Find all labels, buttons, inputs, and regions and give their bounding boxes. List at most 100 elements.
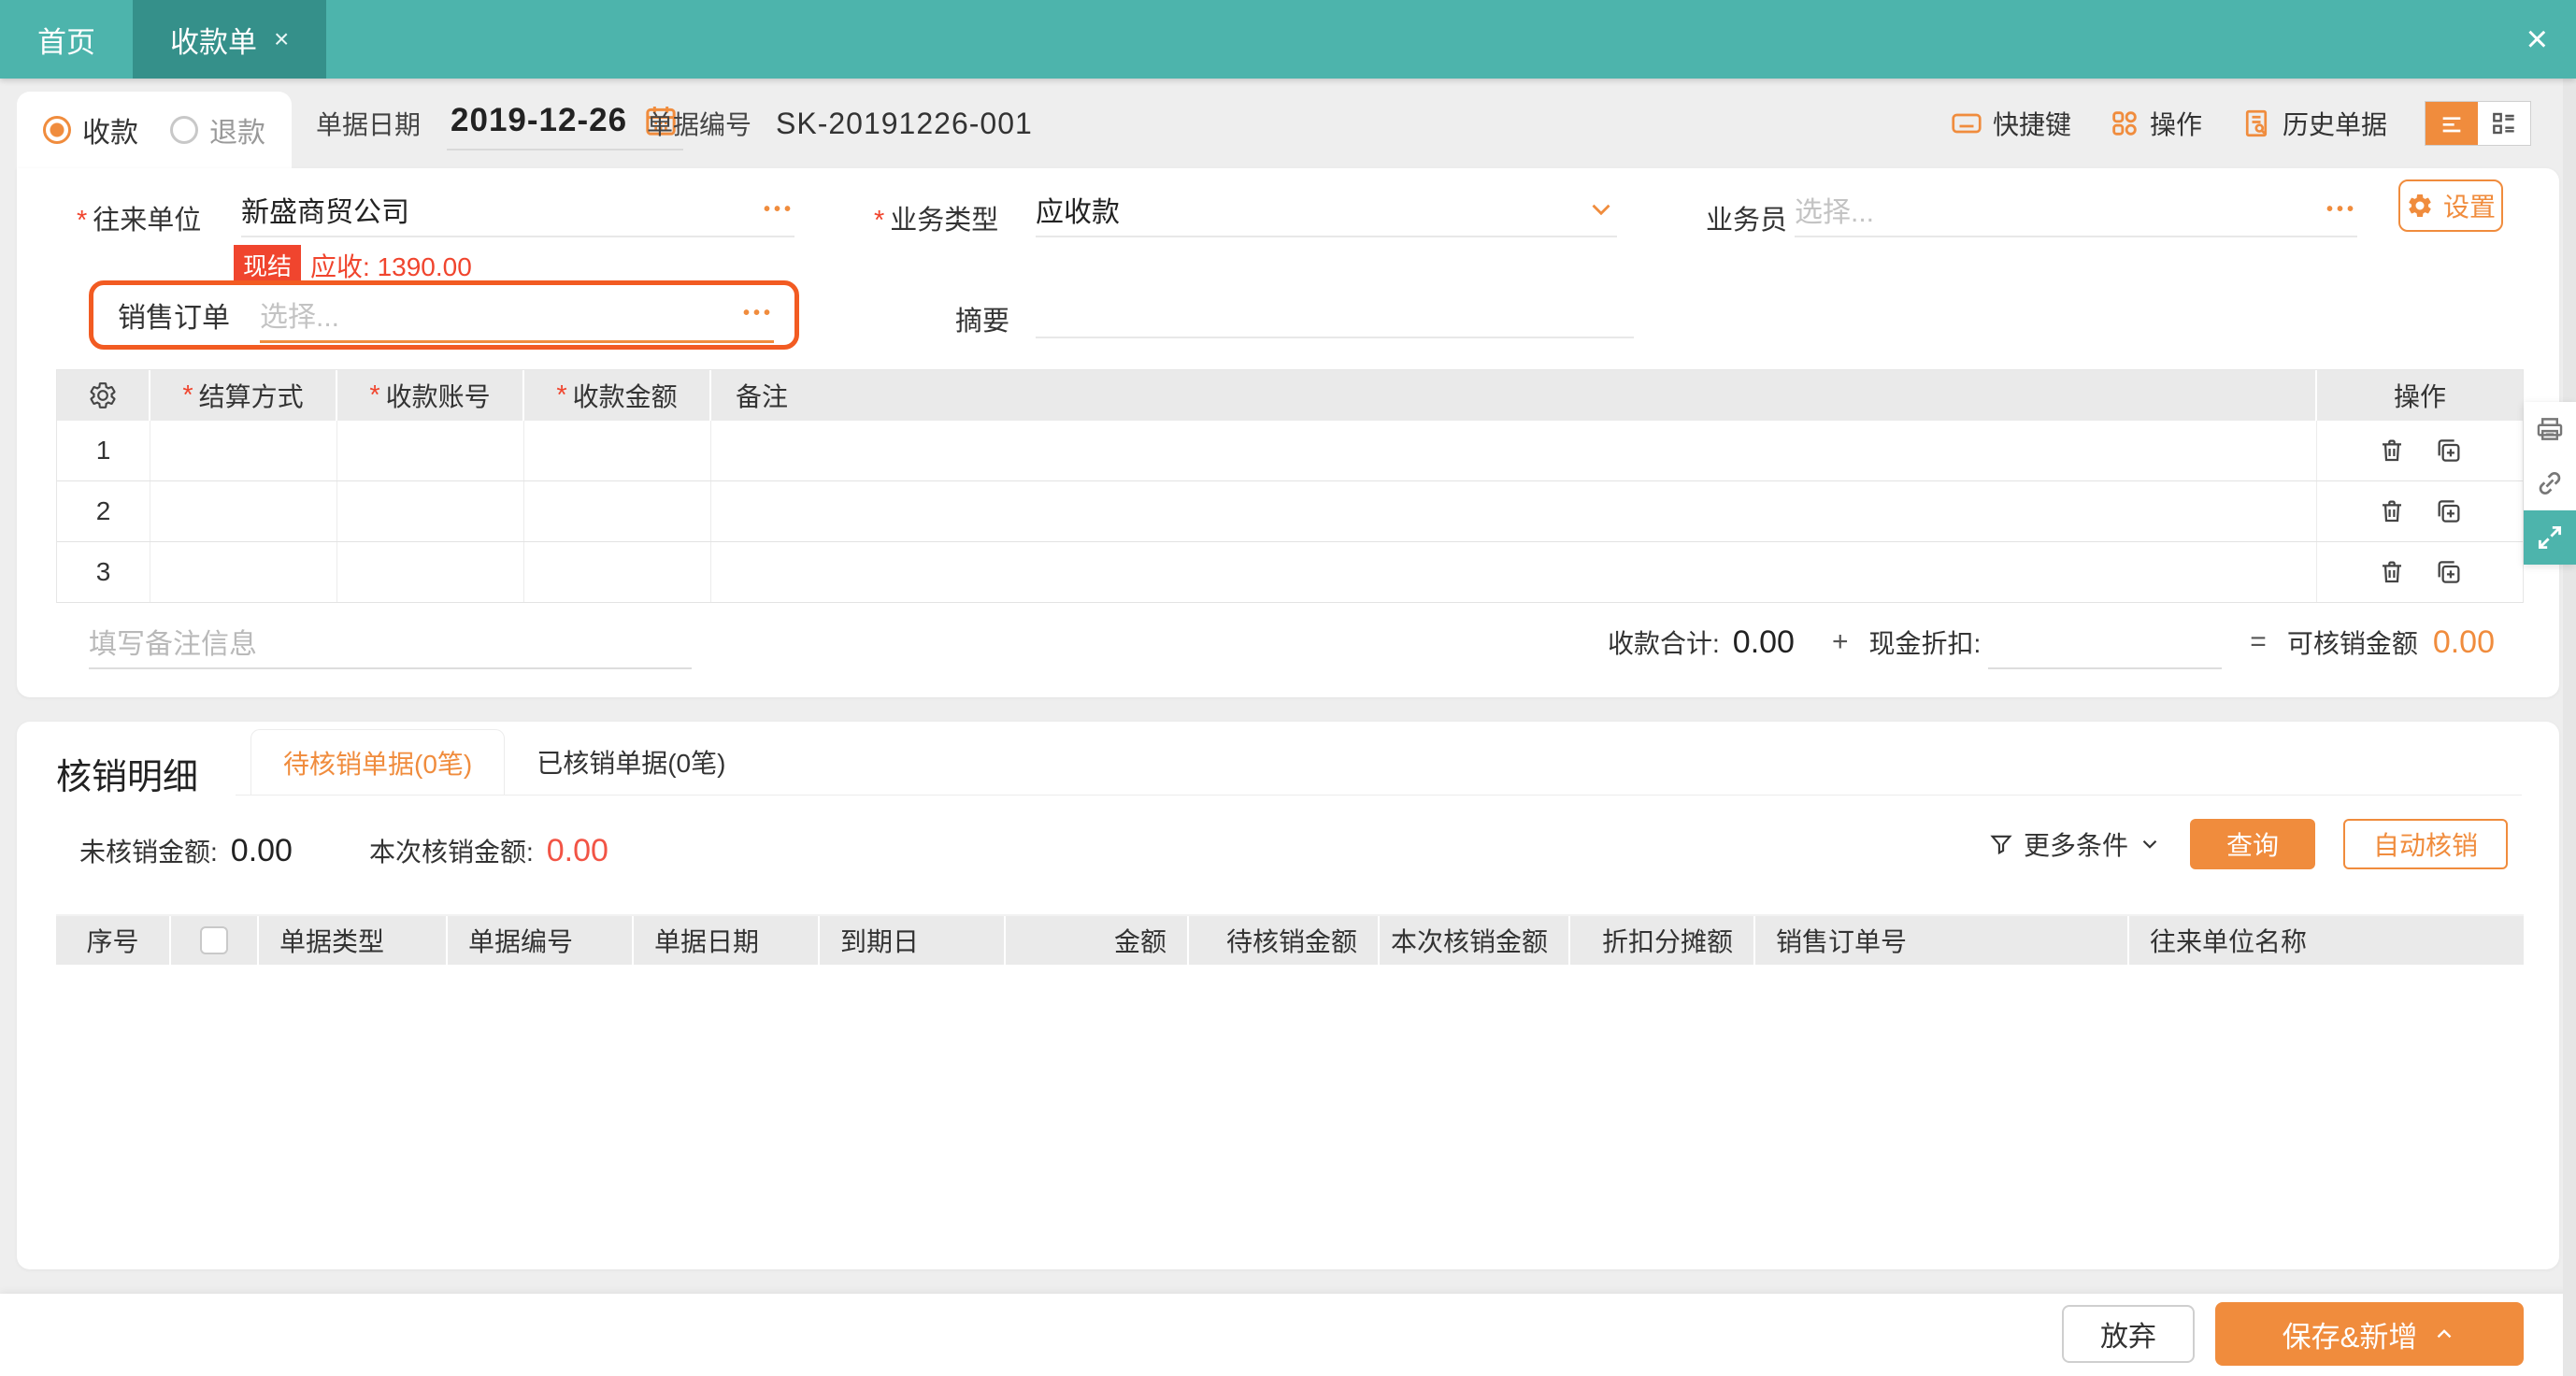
salesman-placeholder: 选择... — [1795, 197, 1875, 228]
gear-icon — [2409, 194, 2431, 217]
row-number: 1 — [57, 421, 150, 480]
save-and-new-button[interactable]: 保存&新增 — [2215, 1302, 2524, 1366]
tab-home-label: 首页 — [37, 25, 95, 59]
delete-row-icon[interactable] — [2377, 496, 2407, 526]
doc-remark-placeholder: 填写备注信息 — [89, 629, 257, 660]
verifiable-label: 可核销金额 — [2286, 629, 2418, 658]
current-verify-label: 本次核销金额: — [368, 838, 534, 867]
list-view-button[interactable] — [2426, 102, 2478, 145]
cell-remark[interactable] — [711, 481, 2317, 541]
cell-settle-method[interactable] — [150, 481, 337, 541]
equals-sign: = — [2250, 626, 2267, 657]
cell-settle-method[interactable] — [150, 421, 337, 480]
query-button[interactable]: 查询 — [2190, 819, 2315, 869]
tab-receipt-label: 收款单 — [170, 25, 257, 59]
col-discount-share: 折扣分摊额 — [1570, 916, 1755, 965]
verify-tabs: 待核销单据(0笔) 已核销单据(0笔) — [250, 729, 757, 795]
cell-receipt-account[interactable] — [337, 481, 524, 541]
cancel-button[interactable]: 放弃 — [2062, 1305, 2195, 1363]
column-settings-button[interactable] — [57, 370, 150, 421]
more-filters-button[interactable]: 更多条件 — [1988, 825, 2162, 863]
chevron-down-icon — [2142, 839, 2157, 849]
fullscreen-button[interactable] — [2524, 510, 2576, 565]
biz-type-select[interactable]: 应收款 — [1036, 183, 1617, 237]
col-receipt-account: * 收款账号 — [337, 370, 524, 421]
verify-table-header: 序号 单据类型 单据编号 单据日期 到期日 金额 待核销金额 本次核销金额 折扣… — [56, 914, 2524, 965]
radio-selected-icon — [43, 116, 71, 144]
doc-no-field: 单据编号 SK-20191226-001 — [647, 79, 1033, 168]
sales-order-field[interactable]: 选择... ••• — [260, 287, 774, 343]
doc-remark-field[interactable]: 填写备注信息 — [89, 615, 692, 669]
select-all-checkbox[interactable] — [200, 926, 228, 954]
col-select-all — [171, 916, 259, 965]
payment-lines-table: * 结算方式 * 收款账号 * 收款金额 备注 操作 1 2 3 — [56, 369, 2524, 603]
cell-remark[interactable] — [711, 542, 2317, 602]
cell-receipt-account[interactable] — [337, 421, 524, 480]
verifiable-value: 0.00 — [2432, 624, 2496, 660]
required-mark: * — [77, 206, 88, 236]
delete-row-icon[interactable] — [2377, 557, 2407, 587]
tab-verified-docs[interactable]: 已核销单据(0笔) — [505, 729, 757, 795]
tab-home[interactable]: 首页 — [0, 0, 133, 79]
col-remark: 备注 — [711, 370, 2317, 421]
more-filters-label: 更多条件 — [2023, 831, 2128, 860]
cell-remark[interactable] — [711, 421, 2317, 480]
radio-receipt-label: 收款 — [82, 118, 138, 149]
doc-date-value: 2019-12-26 — [451, 102, 628, 138]
footer-bar: 放弃 保存&新增 — [0, 1294, 2576, 1376]
salesman-field[interactable]: 选择... ••• — [1795, 183, 2357, 237]
cell-receipt-amount[interactable] — [524, 542, 711, 602]
funnel-icon — [1990, 835, 2012, 855]
cell-receipt-account[interactable] — [337, 542, 524, 602]
partner-field[interactable]: 新盛商贸公司 ••• — [241, 183, 794, 237]
chevron-down-icon[interactable] — [1585, 194, 1617, 225]
settings-button[interactable]: 设置 — [2398, 179, 2503, 232]
tab-pending-docs[interactable]: 待核销单据(0笔) — [250, 729, 506, 795]
window-close-icon[interactable]: × — [2513, 0, 2561, 79]
auto-verify-button[interactable]: 自动核销 — [2343, 819, 2508, 869]
required-mark: * — [369, 380, 380, 410]
cell-receipt-amount[interactable] — [524, 481, 711, 541]
col-receipt-amount: * 收款金额 — [524, 370, 711, 421]
delete-row-icon[interactable] — [2377, 436, 2407, 466]
card-view-button[interactable] — [2478, 102, 2530, 145]
cell-settle-method[interactable] — [150, 542, 337, 602]
sales-order-placeholder: 选择... — [260, 301, 340, 333]
side-action-rail — [2524, 402, 2576, 565]
copy-row-icon[interactable] — [2433, 496, 2463, 526]
tab-close-icon[interactable]: × — [274, 24, 289, 54]
payment-line-row: 1 — [57, 421, 2523, 481]
summary-field[interactable] — [1036, 284, 1634, 338]
link-button[interactable] — [2524, 456, 2576, 510]
verify-table-body — [56, 965, 2524, 1245]
gear-icon — [90, 382, 116, 408]
radio-refund[interactable]: 退款 — [170, 109, 265, 150]
biz-type-label: * 业务类型 — [874, 206, 999, 236]
partner-lookup-icon[interactable]: ••• — [764, 199, 794, 221]
sales-order-lookup-icon[interactable]: ••• — [743, 303, 774, 324]
doc-type-toggle: 收款 退款 — [17, 92, 292, 168]
tab-divider — [236, 795, 2522, 796]
col-amount: 金额 — [1006, 916, 1189, 965]
cell-receipt-amount[interactable] — [524, 421, 711, 480]
list-view-icon — [2442, 117, 2461, 133]
history-docs-button[interactable]: 历史单据 — [2240, 105, 2387, 142]
copy-row-icon[interactable] — [2433, 557, 2463, 587]
tab-receipt-doc[interactable]: 收款单 × — [133, 0, 327, 79]
col-current-amount: 本次核销金额 — [1380, 916, 1570, 965]
discount-input[interactable] — [1988, 623, 2223, 669]
radio-unselected-icon — [170, 116, 198, 144]
copy-row-icon[interactable] — [2433, 436, 2463, 466]
top-tab-bar: 首页 收款单 × × — [0, 0, 2576, 79]
shortcut-keys-button[interactable]: 快捷键 — [1950, 105, 2071, 142]
view-toggle — [2425, 101, 2531, 146]
verify-amounts: 未核销金额: 0.00 本次核销金额: 0.00 — [79, 811, 625, 890]
expand-icon — [2538, 525, 2562, 550]
col-settle-method: * 结算方式 — [150, 370, 337, 421]
operations-button[interactable]: 操作 — [2109, 105, 2202, 142]
radio-receipt[interactable]: 收款 — [43, 109, 138, 150]
scrollbar-track[interactable] — [2563, 79, 2576, 1376]
salesman-lookup-icon[interactable]: ••• — [2326, 199, 2357, 221]
print-button[interactable] — [2524, 402, 2576, 456]
required-mark: * — [874, 206, 885, 236]
